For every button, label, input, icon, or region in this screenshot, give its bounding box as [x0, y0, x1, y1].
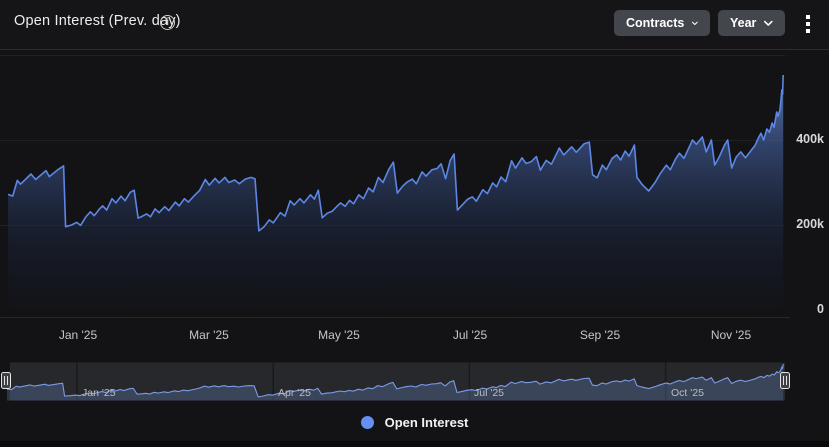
- navigator-right-handle[interactable]: [780, 372, 790, 389]
- main-chart-plot[interactable]: [0, 55, 829, 315]
- legend-label: Open Interest: [385, 415, 469, 430]
- x-tick-label: Nov '25: [699, 328, 763, 342]
- year-dropdown-label: Year: [730, 16, 756, 30]
- legend-item-open-interest[interactable]: Open Interest: [0, 409, 829, 435]
- x-tick-label: May '25: [307, 328, 371, 342]
- x-tick-label: Jul '25: [438, 328, 502, 342]
- kebab-menu-icon[interactable]: [802, 12, 814, 36]
- open-interest-widget: Open Interest (Prev. day) i Contracts Ye…: [0, 0, 829, 447]
- y-tick-label: 400k: [782, 132, 824, 146]
- bottom-edge: [0, 441, 829, 447]
- open-interest-area: [8, 75, 783, 310]
- contracts-dropdown-label: Contracts: [626, 16, 684, 30]
- navigator-left-handle[interactable]: [1, 372, 11, 389]
- navigator-tick-label: Oct '25: [671, 387, 704, 399]
- header-divider: [0, 49, 829, 50]
- info-icon[interactable]: i: [160, 15, 175, 30]
- y-tick-label: 200k: [782, 217, 824, 231]
- navigator-tick-label: Jul '25: [474, 387, 504, 399]
- y-tick-label: 0: [782, 302, 824, 316]
- widget-header: Open Interest (Prev. day) i Contracts Ye…: [0, 0, 829, 49]
- chevron-down-icon: [764, 20, 773, 27]
- x-axis-line: [0, 317, 790, 318]
- legend-dot-icon: [361, 416, 374, 429]
- x-tick-label: Mar '25: [177, 328, 241, 342]
- navigator-tick-label: Apr '25: [278, 387, 311, 399]
- year-dropdown[interactable]: Year: [718, 10, 785, 36]
- navigator-tick-label: Jan '25: [82, 387, 116, 399]
- x-tick-label: Sep '25: [568, 328, 632, 342]
- chevron-down-icon: [692, 20, 698, 27]
- navigator-track[interactable]: [0, 362, 829, 402]
- page-title: Open Interest (Prev. day): [14, 13, 181, 29]
- x-tick-label: Jan '25: [46, 328, 110, 342]
- contracts-dropdown[interactable]: Contracts: [614, 10, 710, 36]
